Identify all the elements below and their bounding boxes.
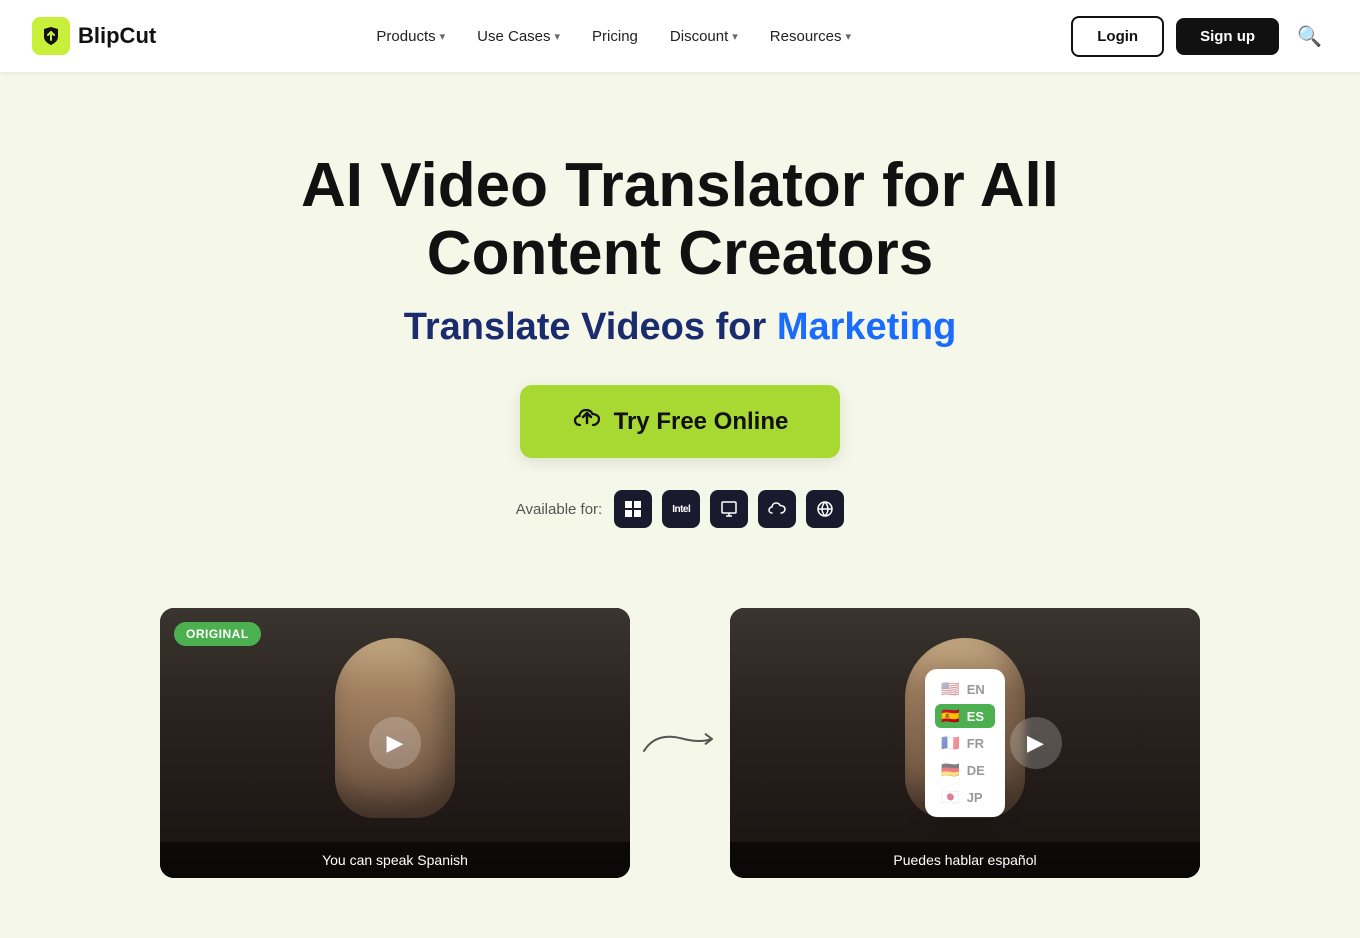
try-free-button[interactable]: Try Free Online <box>520 385 841 458</box>
nav-links: Products ▾ Use Cases ▾ Pricing Discount … <box>362 20 865 53</box>
flag-fr: 🇫🇷 <box>941 734 960 752</box>
hero-section: AI Video Translator for All Content Crea… <box>0 72 1360 588</box>
language-selector: 🇺🇸 EN 🇪🇸 ES 🇫🇷 FR 🇩🇪 DE 🇯🇵 J <box>925 669 1005 817</box>
cta-label: Try Free Online <box>614 408 789 436</box>
platform-screen-icon <box>710 490 748 528</box>
original-subtitle: You can speak Spanish <box>160 842 630 878</box>
lang-fr-code: FR <box>967 736 984 751</box>
original-play-button[interactable]: ▶ <box>369 717 421 769</box>
available-label: Available for: <box>516 501 602 518</box>
nav-discount[interactable]: Discount ▾ <box>656 20 752 53</box>
platform-windows-icon <box>614 490 652 528</box>
hero-title: AI Video Translator for All Content Crea… <box>230 152 1130 288</box>
logo-icon <box>32 17 70 55</box>
translated-subtitle: Puedes hablar español <box>730 842 1200 878</box>
login-button[interactable]: Login <box>1071 16 1164 57</box>
lang-es-code: ES <box>967 709 984 724</box>
flag-jp: 🇯🇵 <box>941 788 960 806</box>
platform-other-icon <box>806 490 844 528</box>
translated-video-card: 🇺🇸 EN 🇪🇸 ES 🇫🇷 FR 🇩🇪 DE 🇯🇵 J <box>730 608 1200 878</box>
logo-svg <box>40 25 62 47</box>
original-video-inner: ORIGINAL ▶ You can speak Spanish <box>160 608 630 878</box>
navbar: BlipCut Products ▾ Use Cases ▾ Pricing D… <box>0 0 1360 72</box>
nav-actions: Login Sign up 🔍 <box>1071 16 1328 57</box>
chevron-down-icon: ▾ <box>440 30 446 43</box>
translated-play-button[interactable]: ▶ <box>1010 717 1062 769</box>
brand-logo[interactable]: BlipCut <box>32 17 156 55</box>
upload-cloud-icon <box>572 403 602 440</box>
nav-resources[interactable]: Resources ▾ <box>756 20 865 53</box>
search-button[interactable]: 🔍 <box>1291 18 1328 55</box>
lang-es[interactable]: 🇪🇸 ES <box>935 704 995 728</box>
platform-intel-icon: Intel <box>662 490 700 528</box>
lang-de-code: DE <box>967 763 985 778</box>
brand-name: BlipCut <box>78 23 156 49</box>
chevron-down-icon: ▾ <box>555 30 561 43</box>
original-badge: ORIGINAL <box>174 622 261 646</box>
lang-en-code: EN <box>967 682 985 697</box>
translation-arrow <box>630 723 730 763</box>
translated-video-inner: 🇺🇸 EN 🇪🇸 ES 🇫🇷 FR 🇩🇪 DE 🇯🇵 J <box>730 608 1200 878</box>
flag-en: 🇺🇸 <box>941 680 960 698</box>
available-platforms-row: Available for: Intel <box>20 490 1340 528</box>
signup-button[interactable]: Sign up <box>1176 18 1279 55</box>
hero-subtitle-highlight: Marketing <box>777 306 956 348</box>
lang-en[interactable]: 🇺🇸 EN <box>935 677 995 701</box>
platform-icons-list: Intel <box>614 490 844 528</box>
videos-section: ORIGINAL ▶ You can speak Spanish 🇺🇸 EN 🇪… <box>0 588 1360 938</box>
chevron-down-icon: ▾ <box>846 30 852 43</box>
lang-jp[interactable]: 🇯🇵 JP <box>935 785 995 809</box>
original-video-card: ORIGINAL ▶ You can speak Spanish <box>160 608 630 878</box>
nav-products[interactable]: Products ▾ <box>362 20 459 53</box>
nav-use-cases[interactable]: Use Cases ▾ <box>463 20 574 53</box>
platform-cloud-icon <box>758 490 796 528</box>
lang-de[interactable]: 🇩🇪 DE <box>935 758 995 782</box>
search-icon: 🔍 <box>1297 26 1322 48</box>
chevron-down-icon: ▾ <box>732 30 738 43</box>
lang-fr[interactable]: 🇫🇷 FR <box>935 731 995 755</box>
lang-jp-code: JP <box>967 790 983 805</box>
flag-es: 🇪🇸 <box>941 707 960 725</box>
hero-subtitle: Translate Videos for Marketing <box>20 306 1340 349</box>
arrow-svg <box>640 723 720 763</box>
hero-subtitle-prefix: Translate Videos for <box>404 306 777 348</box>
flag-de: 🇩🇪 <box>941 761 960 779</box>
nav-pricing[interactable]: Pricing <box>578 20 652 53</box>
